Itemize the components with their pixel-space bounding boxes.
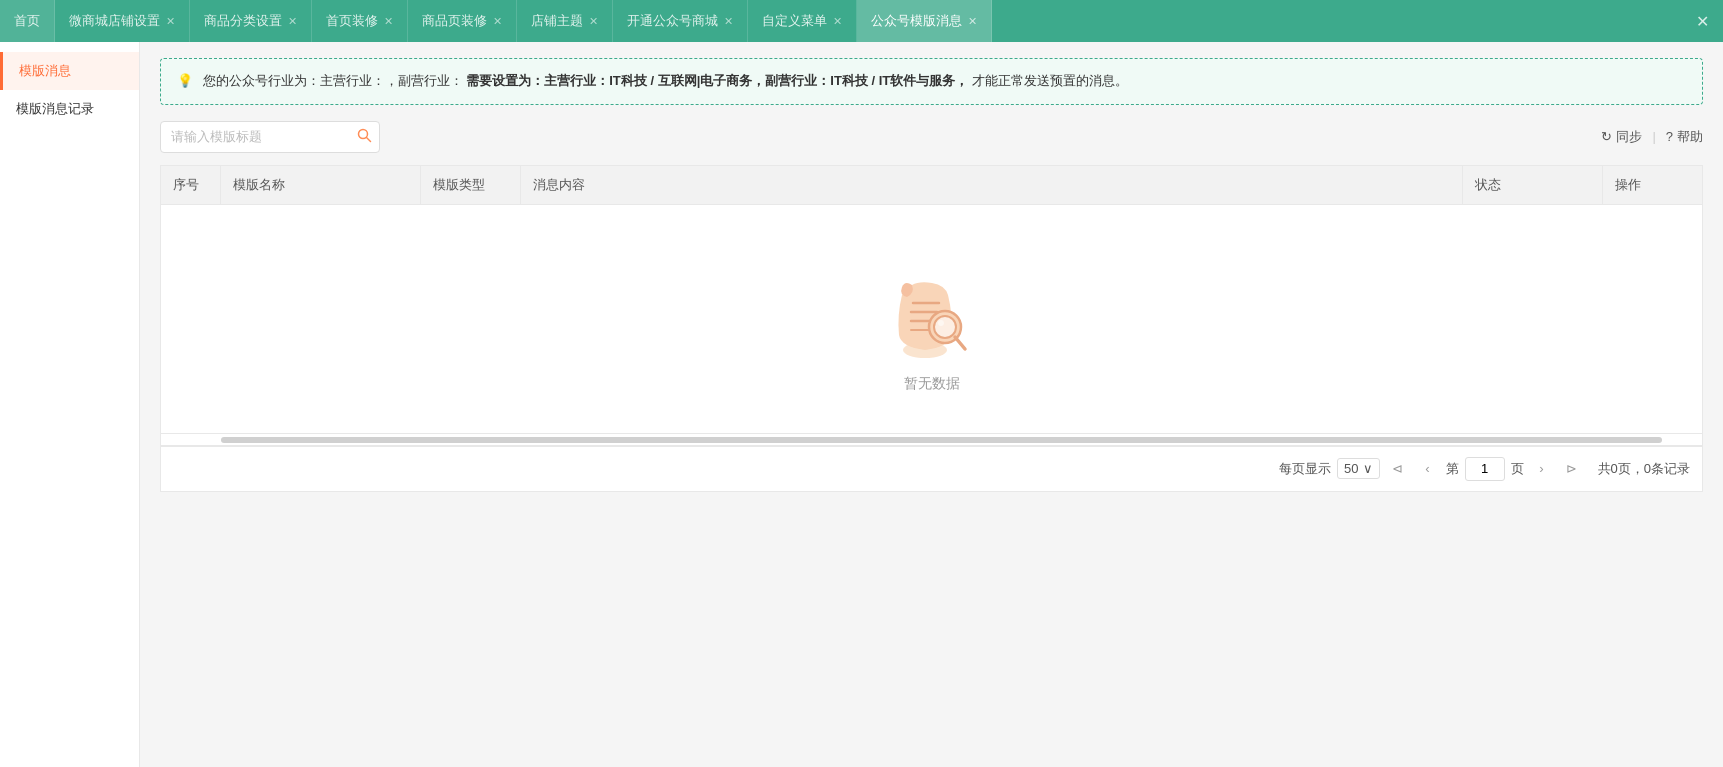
- close-tab-custom-menu[interactable]: ✕: [833, 15, 842, 28]
- close-tab-template-msg[interactable]: ✕: [968, 15, 977, 28]
- horizontal-scrollbar[interactable]: [160, 434, 1703, 446]
- search-input-wrap: [160, 121, 380, 153]
- next-page-button[interactable]: ›: [1530, 457, 1554, 481]
- page-size-select[interactable]: 50 ∨: [1337, 458, 1379, 479]
- close-tab-category-settings[interactable]: ✕: [288, 15, 297, 28]
- col-type: 模版类型: [421, 165, 521, 204]
- tab-shop-theme[interactable]: 店铺主题 ✕: [517, 0, 613, 42]
- search-icon: [357, 128, 372, 143]
- close-tab-open-mall[interactable]: ✕: [724, 15, 733, 28]
- tab-bar-close-all[interactable]: ✕: [1682, 12, 1723, 31]
- col-index: 序号: [161, 165, 221, 204]
- pagination: 每页显示 50 ∨ ⊲ ‹ 第 页 › ⊳ 共0页，0条记录: [160, 446, 1703, 492]
- tab-custom-menu[interactable]: 自定义菜单 ✕: [748, 0, 857, 42]
- sync-icon: ↻: [1601, 129, 1612, 144]
- chevron-down-icon: ∨: [1363, 461, 1373, 476]
- tab-homepage-deco[interactable]: 首页装修 ✕: [312, 0, 408, 42]
- empty-state: 暂无数据: [161, 205, 1702, 433]
- page-number-input[interactable]: [1465, 457, 1505, 481]
- svg-point-11: [938, 320, 944, 326]
- tab-bar: 首页 微商城店铺设置 ✕ 商品分类设置 ✕ 首页装修 ✕ 商品页装修 ✕ 店铺主…: [0, 0, 1723, 42]
- content-area: 💡 您的公众号行业为：主营行业：，副营行业： 需要设置为：主营行业：IT科技 /…: [140, 42, 1723, 767]
- help-icon: ?: [1666, 129, 1673, 144]
- col-name: 模版名称: [221, 165, 421, 204]
- close-tab-store-settings[interactable]: ✕: [166, 15, 175, 28]
- main-layout: 模版消息 模版消息记录 💡 您的公众号行业为：主营行业：，副营行业： 需要设置为…: [0, 42, 1723, 767]
- svg-line-10: [955, 337, 965, 349]
- search-bar: ↻ 同步 | ? 帮助: [160, 121, 1703, 153]
- page-label: 页: [1511, 460, 1524, 478]
- col-action: 操作: [1603, 165, 1703, 204]
- sidebar: 模版消息 模版消息记录: [0, 42, 140, 767]
- sync-button[interactable]: ↻ 同步: [1601, 128, 1642, 146]
- svg-line-1: [367, 137, 371, 141]
- empty-text: 暂无数据: [904, 375, 960, 393]
- search-input[interactable]: [160, 121, 380, 153]
- toolbar-right: ↻ 同步 | ? 帮助: [1601, 128, 1703, 146]
- tab-open-mall[interactable]: 开通公众号商城 ✕: [613, 0, 748, 42]
- col-content: 消息内容: [521, 165, 1463, 204]
- page-di-label: 第: [1446, 460, 1459, 478]
- tab-store-settings[interactable]: 微商城店铺设置 ✕: [55, 0, 190, 42]
- scrollbar-track: [221, 437, 1662, 443]
- tab-product-deco[interactable]: 商品页装修 ✕: [408, 0, 517, 42]
- page-size-label: 每页显示: [1279, 460, 1331, 478]
- close-tab-shop-theme[interactable]: ✕: [589, 15, 598, 28]
- data-table: 序号 模版名称 模版类型 消息内容 状态 操作: [160, 165, 1703, 434]
- prev-page-button[interactable]: ‹: [1416, 457, 1440, 481]
- total-info: 共0页，0条记录: [1598, 460, 1690, 478]
- search-button[interactable]: [357, 128, 372, 146]
- tab-home[interactable]: 首页: [0, 0, 55, 42]
- col-status: 状态: [1463, 165, 1603, 204]
- last-page-button[interactable]: ⊳: [1560, 457, 1584, 481]
- close-tab-homepage-deco[interactable]: ✕: [384, 15, 393, 28]
- help-button[interactable]: ? 帮助: [1666, 128, 1703, 146]
- table-header-row: 序号 模版名称 模版类型 消息内容 状态 操作: [161, 165, 1703, 204]
- tab-template-msg[interactable]: 公众号模版消息 ✕: [857, 0, 992, 42]
- notice-icon: 💡: [177, 73, 193, 88]
- toolbar-divider: |: [1652, 129, 1655, 144]
- tab-category-settings[interactable]: 商品分类设置 ✕: [190, 0, 312, 42]
- sidebar-item-template-records[interactable]: 模版消息记录: [0, 90, 139, 128]
- empty-illustration: [877, 265, 987, 375]
- sidebar-item-template-msg[interactable]: 模版消息: [0, 52, 139, 90]
- notice-banner: 💡 您的公众号行业为：主营行业：，副营行业： 需要设置为：主营行业：IT科技 /…: [160, 58, 1703, 105]
- close-tab-product-deco[interactable]: ✕: [493, 15, 502, 28]
- first-page-button[interactable]: ⊲: [1386, 457, 1410, 481]
